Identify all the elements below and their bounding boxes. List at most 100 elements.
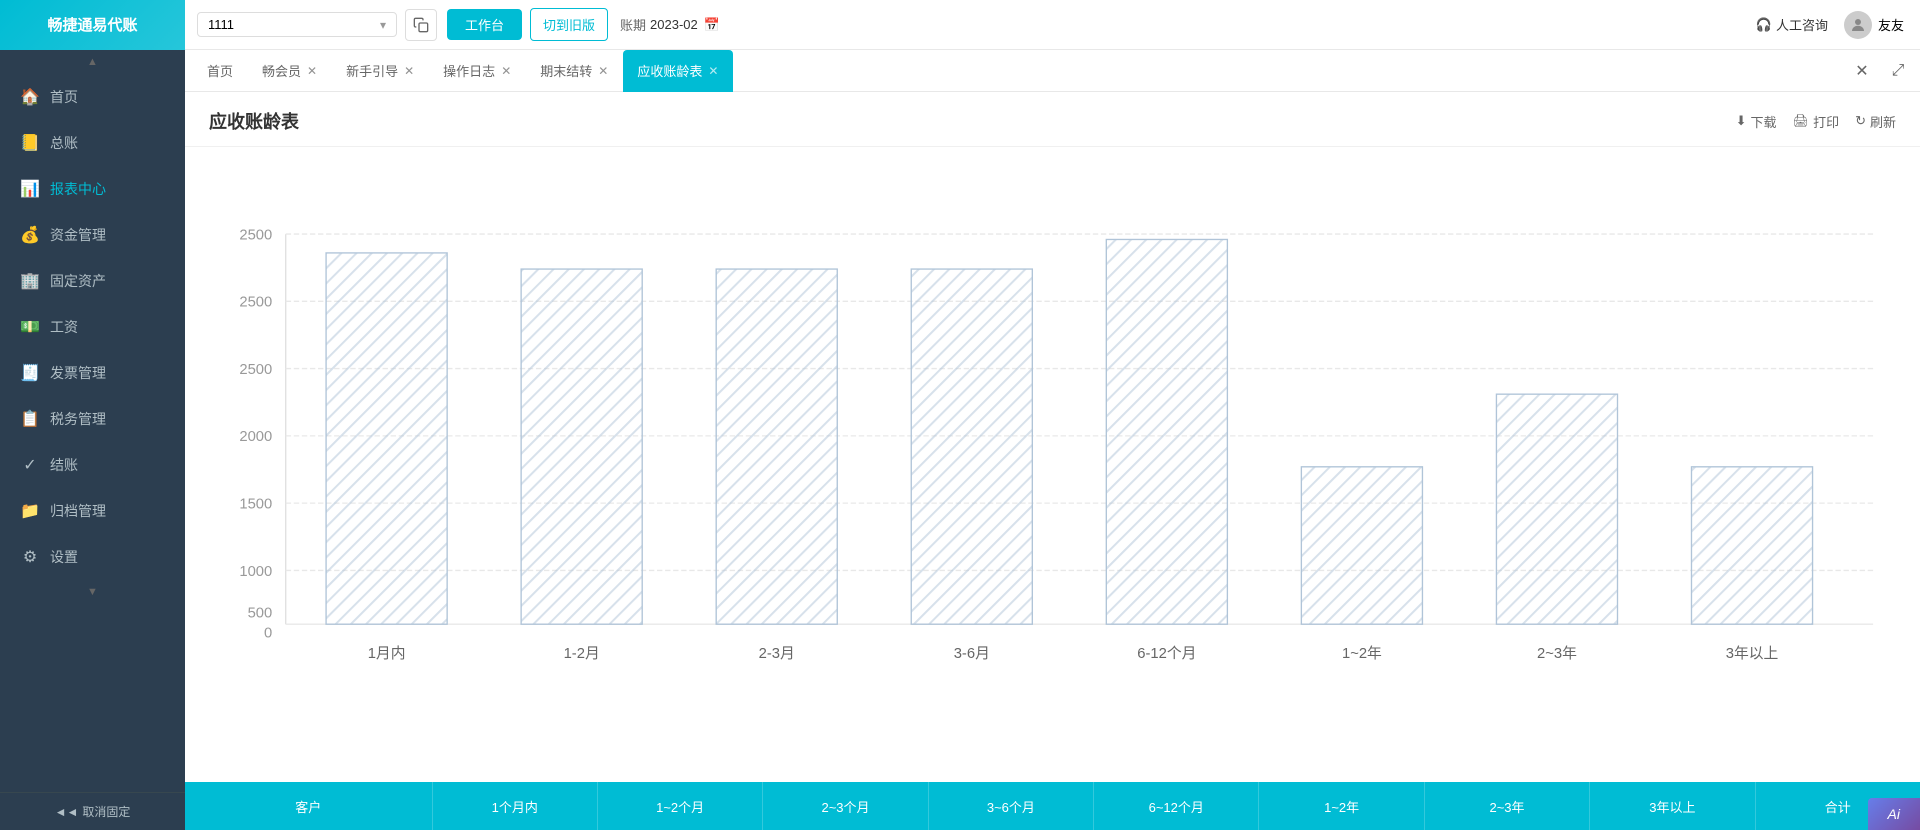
sidebar-item-close[interactable]: ✓ 结账 xyxy=(0,442,185,488)
chart-svg: 2500 2500 2500 2000 1500 1000 500 0 xyxy=(205,157,1900,782)
company-name: 1111 xyxy=(208,17,234,32)
tab-guide-close[interactable]: ✕ xyxy=(404,64,414,78)
sidebar-label-home: 首页 xyxy=(50,87,78,107)
col-3-6m: 3~6个月 xyxy=(929,782,1094,830)
header-actions: 🎧 人工咨询 友友 xyxy=(1756,11,1904,39)
ai-label: Ai xyxy=(1888,806,1900,822)
tab-member[interactable]: 畅会员 ✕ xyxy=(248,50,332,92)
sidebar-label-archive: 归档管理 xyxy=(50,501,106,521)
sidebar-label-settings: 设置 xyxy=(50,547,78,567)
close-accounts-icon: ✓ xyxy=(20,455,40,475)
sidebar-label-reports: 报表中心 xyxy=(50,179,106,199)
tabs-actions: ✕ ⤢ xyxy=(1848,57,1912,85)
ai-badge[interactable]: Ai xyxy=(1868,798,1920,830)
sidebar-label-salary: 工资 xyxy=(50,317,78,337)
tab-aging[interactable]: 应收账龄表 ✕ xyxy=(623,50,733,92)
period-label: 账期 xyxy=(620,15,646,34)
sidebar-item-assets[interactable]: 🏢 固定资产 xyxy=(0,258,185,304)
ledger-icon: 📒 xyxy=(20,133,40,153)
download-button[interactable]: ⬇ 下载 xyxy=(1736,112,1777,131)
cancel-fixed-label: 取消固定 xyxy=(82,803,130,820)
chevron-down-icon: ▾ xyxy=(380,18,386,32)
tab-member-close[interactable]: ✕ xyxy=(307,64,317,78)
pin-icon: ◄◄ xyxy=(55,805,79,819)
svg-text:1-2月: 1-2月 xyxy=(564,646,600,662)
headset-icon: 🎧 xyxy=(1756,17,1772,33)
header: 畅捷通易代账 1111 ▾ 工作台 切到旧版 账期 2023-02 📅 🎧 人工… xyxy=(0,0,1920,50)
col-2-3m: 2~3个月 xyxy=(763,782,928,830)
switch-version-button[interactable]: 切到旧版 xyxy=(530,8,608,41)
print-button[interactable]: 🖨 打印 xyxy=(1793,112,1840,131)
sidebar-item-home[interactable]: 🏠 首页 xyxy=(0,74,185,120)
tab-oplog[interactable]: 操作日志 ✕ xyxy=(429,50,526,92)
sidebar-label-funds: 资金管理 xyxy=(50,225,106,245)
svg-text:6-12个月: 6-12个月 xyxy=(1137,645,1196,662)
refresh-button[interactable]: ↻ 刷新 xyxy=(1855,112,1896,131)
svg-text:2500: 2500 xyxy=(239,362,272,378)
tab-aging-close[interactable]: ✕ xyxy=(708,64,718,78)
col-1-2y: 1~2年 xyxy=(1259,782,1424,830)
tab-oplog-label: 操作日志 xyxy=(443,61,495,80)
header-right: 1111 ▾ 工作台 切到旧版 账期 2023-02 📅 🎧 人工咨询 友友 xyxy=(185,8,1904,41)
tab-aging-label: 应收账龄表 xyxy=(637,61,702,80)
download-icon: ⬇ xyxy=(1736,113,1747,129)
tab-home[interactable]: 首页 xyxy=(193,50,248,92)
tab-period-end-close[interactable]: ✕ xyxy=(598,64,608,78)
svg-text:2~3年: 2~3年 xyxy=(1537,645,1577,662)
svg-text:3-6月: 3-6月 xyxy=(954,646,990,662)
period-area: 账期 2023-02 📅 xyxy=(620,15,720,34)
sidebar-label-invoice: 发票管理 xyxy=(50,363,106,383)
workbench-button[interactable]: 工作台 xyxy=(447,9,522,40)
bar-2-3-year xyxy=(1496,394,1617,624)
sidebar-item-funds[interactable]: 💰 资金管理 xyxy=(0,212,185,258)
sidebar-item-reports[interactable]: 📊 报表中心 xyxy=(0,166,185,212)
tab-period-end[interactable]: 期末结转 ✕ xyxy=(526,50,623,92)
tab-member-label: 畅会员 xyxy=(262,61,301,80)
bar-3-6-month xyxy=(911,269,1032,624)
sidebar-item-settings[interactable]: ⚙ 设置 xyxy=(0,534,185,580)
invoice-icon: 🧾 xyxy=(20,363,40,383)
sidebar-item-archive[interactable]: 📁 归档管理 xyxy=(0,488,185,534)
page-title: 应收账龄表 xyxy=(209,108,299,134)
print-label: 打印 xyxy=(1813,112,1839,131)
cancel-fixed-button[interactable]: ◄◄ 取消固定 xyxy=(0,793,185,830)
close-all-button[interactable]: ✕ xyxy=(1848,57,1876,85)
svg-text:1500: 1500 xyxy=(239,497,272,513)
main-layout: ▲ 🏠 首页 📒 总账 📊 报表中心 💰 资金管理 🏢 固定资产 💵 工资 🧾 … xyxy=(0,50,1920,830)
avatar xyxy=(1844,11,1872,39)
fullscreen-button[interactable]: ⤢ xyxy=(1884,57,1912,85)
sidebar-item-salary[interactable]: 💵 工资 xyxy=(0,304,185,350)
company-select[interactable]: 1111 ▾ xyxy=(197,12,397,37)
scroll-down-button[interactable]: ▼ xyxy=(0,580,185,604)
col-customer: 客户 xyxy=(185,782,433,830)
user-area[interactable]: 友友 xyxy=(1844,11,1904,39)
calendar-icon[interactable]: 📅 xyxy=(704,17,720,33)
page-content: 应收账龄表 ⬇ 下载 🖨 打印 ↻ 刷新 xyxy=(185,92,1920,830)
bar-2-3-month xyxy=(716,269,837,624)
bar-1-2-month xyxy=(521,269,642,624)
sidebar-label-close: 结账 xyxy=(50,455,78,475)
copy-button[interactable] xyxy=(405,9,437,41)
svg-text:1月内: 1月内 xyxy=(368,645,406,662)
bar-3-plus-year xyxy=(1691,467,1812,624)
consult-button[interactable]: 🎧 人工咨询 xyxy=(1756,15,1828,34)
bar-1-month xyxy=(326,253,447,624)
refresh-icon: ↻ xyxy=(1855,113,1866,129)
bar-6-12-month xyxy=(1106,239,1227,624)
tab-oplog-close[interactable]: ✕ xyxy=(501,64,511,78)
sidebar-bottom: ◄◄ 取消固定 xyxy=(0,792,185,830)
consult-label: 人工咨询 xyxy=(1776,15,1828,34)
sidebar-label-ledger: 总账 xyxy=(50,133,78,153)
page-actions: ⬇ 下载 🖨 打印 ↻ 刷新 xyxy=(1736,112,1896,131)
sidebar-label-tax: 税务管理 xyxy=(50,409,106,429)
sidebar-item-tax[interactable]: 📋 税务管理 xyxy=(0,396,185,442)
scroll-up-button[interactable]: ▲ xyxy=(0,50,185,74)
settings-icon: ⚙ xyxy=(20,547,40,567)
user-name: 友友 xyxy=(1878,15,1904,34)
print-icon: 🖨 xyxy=(1793,113,1810,129)
bar-1-2-year xyxy=(1301,467,1422,624)
tab-guide[interactable]: 新手引导 ✕ xyxy=(332,50,429,92)
sidebar-item-invoice[interactable]: 🧾 发票管理 xyxy=(0,350,185,396)
sidebar-item-ledger[interactable]: 📒 总账 xyxy=(0,120,185,166)
col-3y-plus: 3年以上 xyxy=(1590,782,1755,830)
